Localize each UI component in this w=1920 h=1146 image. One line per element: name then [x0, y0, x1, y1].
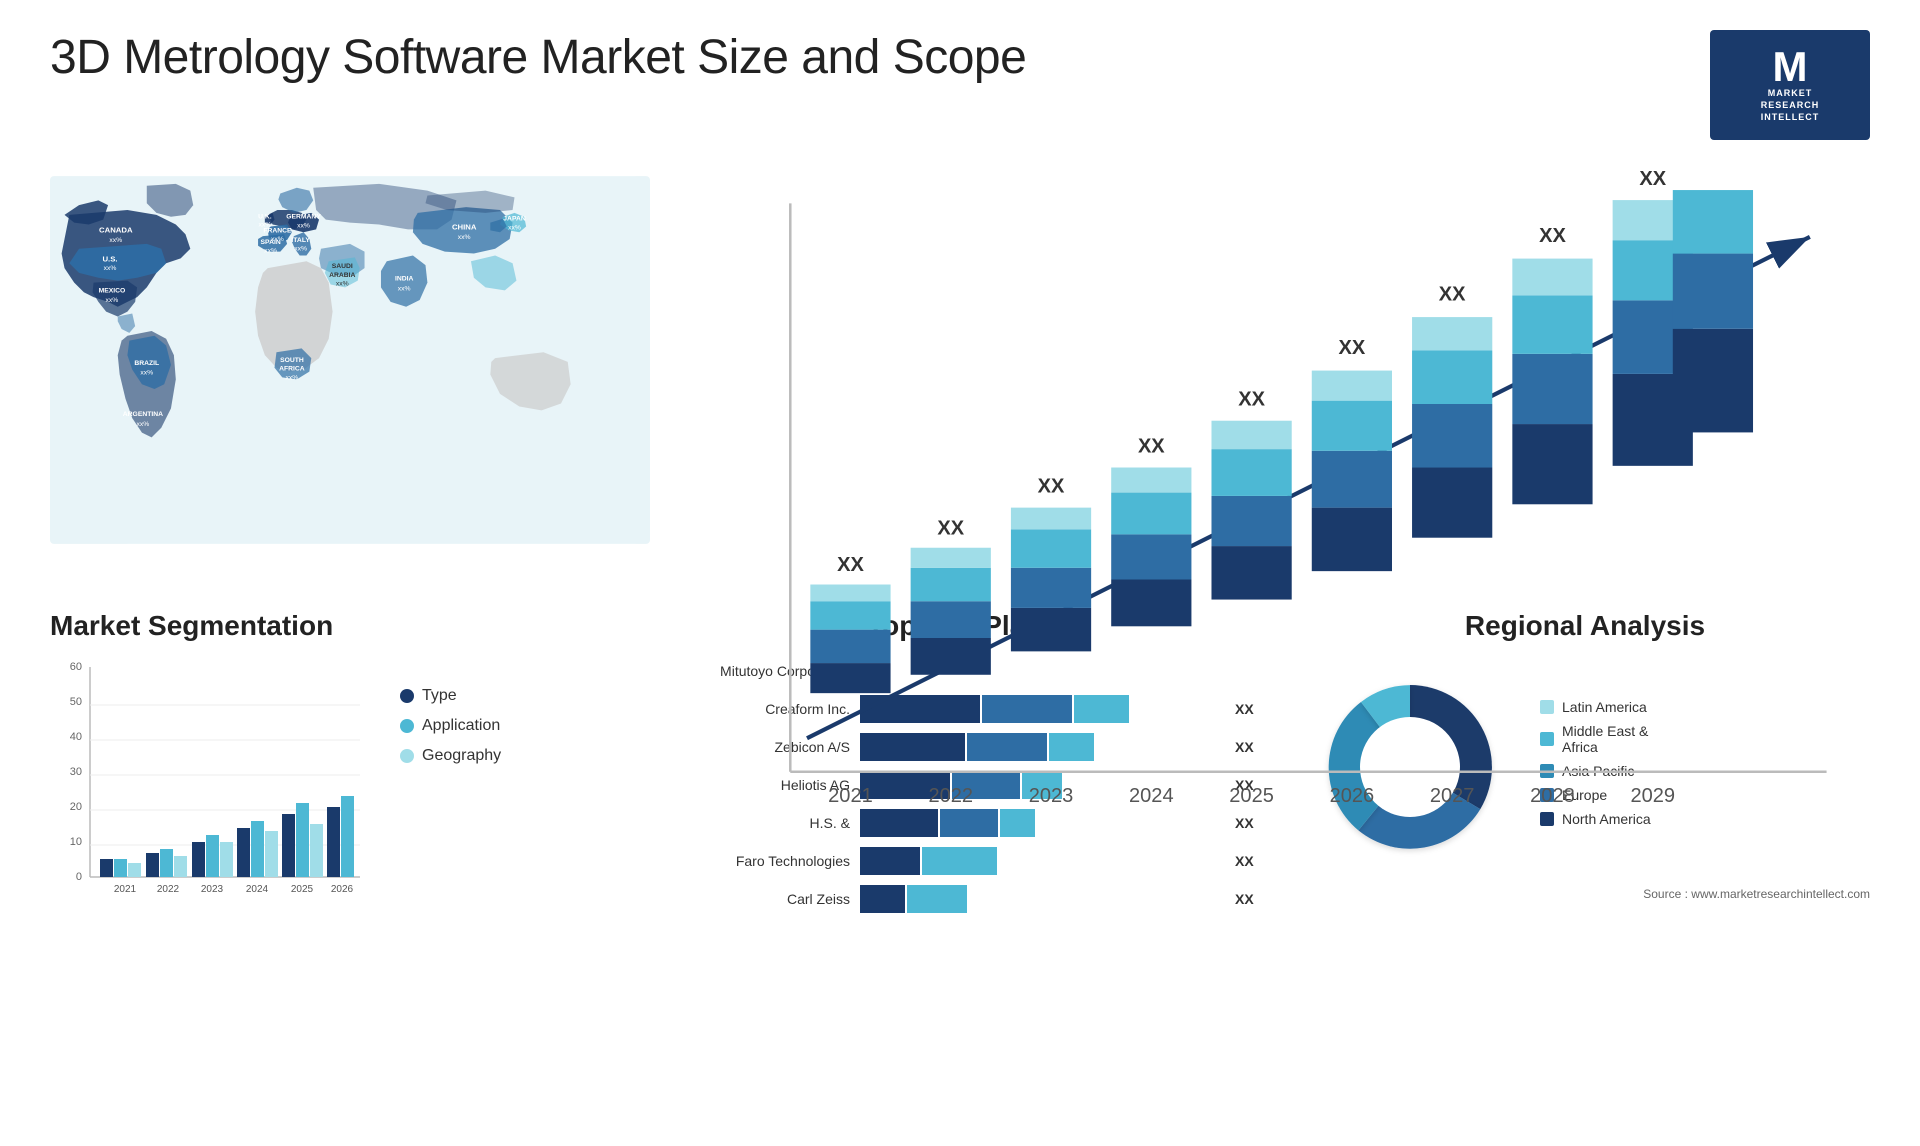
player-name-zeiss: Carl Zeiss	[690, 891, 850, 907]
player-xx-zeiss: XX	[1235, 891, 1260, 907]
svg-text:2026: 2026	[331, 884, 354, 895]
logo-letter: M	[1773, 46, 1808, 88]
bar-seg-dark	[860, 885, 905, 913]
svg-text:ARABIA: ARABIA	[329, 272, 355, 279]
svg-text:50: 50	[70, 696, 82, 708]
map-section: CANADA xx% U.S. xx% MEXICO xx% BRAZIL xx…	[30, 160, 670, 590]
legend-type-dot	[400, 689, 414, 703]
svg-text:AFRICA: AFRICA	[279, 366, 305, 373]
legend-app: Application	[400, 717, 501, 735]
svg-text:10: 10	[70, 836, 82, 848]
legend-geo-dot	[400, 749, 414, 763]
svg-text:xx%: xx%	[106, 297, 119, 304]
svg-text:2022: 2022	[157, 884, 180, 895]
legend-geo: Geography	[400, 747, 501, 765]
svg-text:xx%: xx%	[297, 222, 310, 229]
svg-text:60: 60	[70, 661, 82, 673]
header: 3D Metrology Software Market Size and Sc…	[0, 0, 1920, 160]
svg-text:2022: 2022	[928, 785, 973, 807]
svg-text:2023: 2023	[1029, 785, 1074, 807]
source-text: Source : www.marketresearchintellect.com	[1300, 887, 1870, 901]
svg-text:U.S.: U.S.	[102, 254, 117, 263]
svg-text:xx%: xx%	[264, 248, 277, 255]
svg-text:ITALY: ITALY	[291, 237, 310, 244]
svg-text:XX: XX	[1639, 170, 1666, 190]
bar-seg-light	[907, 885, 967, 913]
content-grid: CANADA xx% U.S. xx% MEXICO xx% BRAZIL xx…	[0, 160, 1920, 943]
svg-text:xx%: xx%	[294, 246, 307, 253]
svg-text:XX: XX	[1539, 225, 1566, 247]
svg-text:BRAZIL: BRAZIL	[134, 360, 159, 367]
svg-text:SAUDI: SAUDI	[332, 263, 353, 270]
player-bars-zeiss	[860, 885, 1225, 913]
legend-app-label: Application	[422, 717, 500, 735]
svg-text:xx%: xx%	[109, 237, 122, 244]
svg-text:xx%: xx%	[140, 370, 153, 377]
svg-text:2027: 2027	[1430, 785, 1475, 807]
svg-text:0: 0	[76, 871, 82, 883]
svg-text:XX: XX	[1439, 283, 1466, 305]
svg-text:2025: 2025	[291, 884, 314, 895]
bar-chart-section: XX 2021 XX 2022 XX 2023	[670, 160, 1890, 590]
svg-text:XX: XX	[1339, 337, 1366, 359]
svg-text:SPAIN: SPAIN	[261, 239, 281, 246]
svg-text:CHINA: CHINA	[452, 222, 477, 231]
svg-text:FRANCE: FRANCE	[263, 227, 292, 234]
bar-chart-svg: XX 2021 XX 2022 XX 2023	[690, 170, 1860, 872]
svg-text:U.K.: U.K.	[258, 214, 272, 221]
svg-text:2026: 2026	[1330, 785, 1375, 807]
svg-text:40: 40	[70, 731, 82, 743]
legend-app-dot	[400, 719, 414, 733]
segmentation-title: Market Segmentation	[50, 610, 650, 642]
svg-text:2028: 2028	[1530, 785, 1575, 807]
svg-text:GERMANY: GERMANY	[286, 214, 321, 221]
svg-text:XX: XX	[1238, 389, 1265, 411]
svg-text:xx%: xx%	[336, 280, 349, 287]
svg-text:2021: 2021	[114, 884, 137, 895]
svg-text:xx%: xx%	[508, 224, 521, 231]
svg-text:2021: 2021	[828, 785, 873, 807]
svg-text:xx%: xx%	[286, 374, 299, 381]
svg-text:XX: XX	[1138, 435, 1165, 457]
svg-text:30: 30	[70, 766, 82, 778]
svg-text:2023: 2023	[201, 884, 224, 895]
seg-chart-svg: 0 10 20 30 40 50 60 2021	[50, 657, 390, 917]
svg-text:20: 20	[70, 801, 82, 813]
svg-text:2024: 2024	[246, 884, 269, 895]
svg-text:2029: 2029	[1630, 785, 1675, 807]
svg-text:2025: 2025	[1229, 785, 1274, 807]
svg-text:JAPAN: JAPAN	[503, 216, 526, 223]
seg-legend: Type Application Geography	[400, 687, 501, 765]
svg-text:xx%: xx%	[458, 234, 471, 241]
legend-type: Type	[400, 687, 501, 705]
segmentation-section: Market Segmentation 0 10 20 30 40 50 60	[30, 590, 670, 943]
svg-text:2024: 2024	[1129, 785, 1174, 807]
svg-text:xx%: xx%	[137, 421, 150, 428]
svg-text:xx%: xx%	[104, 265, 117, 272]
svg-text:XX: XX	[937, 517, 964, 539]
svg-text:XX: XX	[837, 554, 864, 576]
legend-type-label: Type	[422, 687, 457, 705]
svg-text:ARGENTINA: ARGENTINA	[123, 411, 163, 418]
svg-text:xx%: xx%	[398, 285, 411, 292]
logo: M MARKETRESEARCHINTELLECT	[1710, 30, 1870, 140]
player-row-zeiss: Carl Zeiss XX	[690, 885, 1260, 913]
page-title: 3D Metrology Software Market Size and Sc…	[50, 30, 1026, 85]
svg-text:MEXICO: MEXICO	[99, 287, 126, 294]
world-map-svg: CANADA xx% U.S. xx% MEXICO xx% BRAZIL xx…	[50, 170, 650, 550]
bar-chart-container: XX 2021 XX 2022 XX 2023	[690, 170, 1860, 872]
logo-text: MARKETRESEARCHINTELLECT	[1761, 88, 1820, 123]
world-map: CANADA xx% U.S. xx% MEXICO xx% BRAZIL xx…	[50, 170, 650, 550]
svg-text:INDIA: INDIA	[395, 276, 414, 283]
svg-text:SOUTH: SOUTH	[280, 357, 304, 364]
svg-text:XX: XX	[1038, 476, 1065, 498]
legend-geo-label: Geography	[422, 747, 501, 765]
svg-text:CANADA: CANADA	[99, 225, 133, 234]
